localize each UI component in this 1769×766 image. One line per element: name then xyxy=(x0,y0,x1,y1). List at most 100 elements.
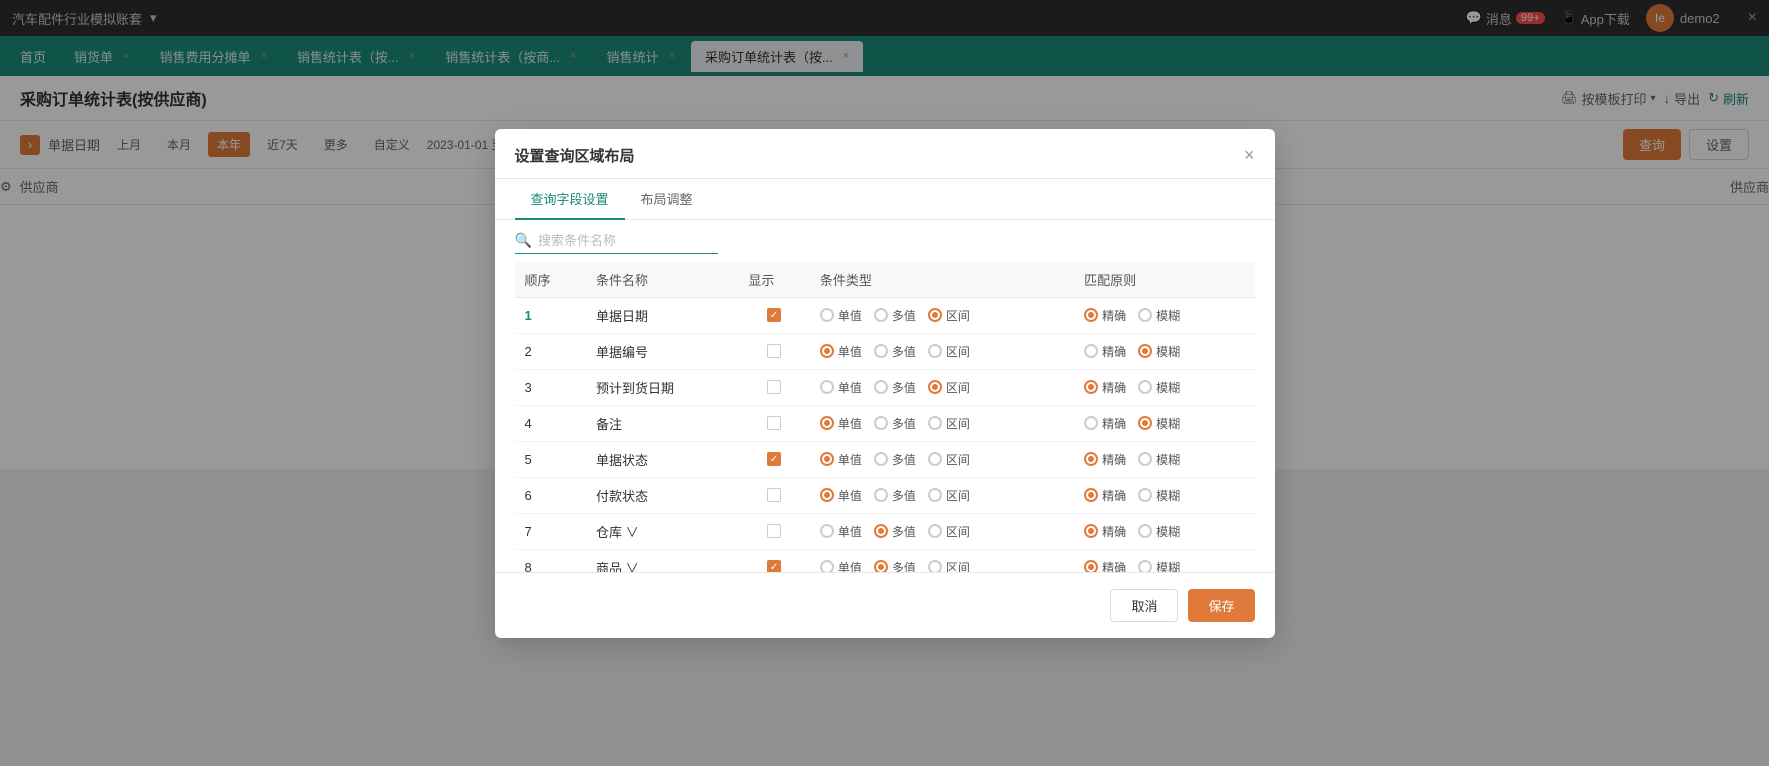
checkbox-box[interactable] xyxy=(767,524,781,538)
row-display-toggle[interactable]: ✓ xyxy=(738,297,810,333)
radio-label: 模糊 xyxy=(1156,559,1180,572)
display-checkbox[interactable] xyxy=(748,380,800,394)
radio-label: 精确 xyxy=(1102,559,1126,572)
match-radio-精确[interactable]: 精确 xyxy=(1084,487,1126,504)
checkbox-box[interactable]: ✓ xyxy=(767,308,781,322)
radio-circle xyxy=(1084,488,1098,502)
radio-circle xyxy=(1138,344,1152,358)
type-radio-group: 单值 多值 区间 xyxy=(820,487,1064,504)
type-radio-单值[interactable]: 单值 xyxy=(820,487,862,504)
display-checkbox[interactable] xyxy=(748,488,800,502)
save-button[interactable]: 保存 xyxy=(1188,589,1254,622)
type-radio-区间[interactable]: 区间 xyxy=(928,559,970,572)
type-radio-区间[interactable]: 区间 xyxy=(928,451,970,468)
col-name: 条件名称 xyxy=(586,262,738,298)
display-checkbox[interactable] xyxy=(748,416,800,430)
search-box: 🔍 xyxy=(515,232,718,254)
match-radio-精确[interactable]: 精确 xyxy=(1084,307,1126,324)
match-radio-模糊[interactable]: 模糊 xyxy=(1138,451,1180,468)
row-display-toggle[interactable]: ✓ xyxy=(738,549,810,572)
match-radio-模糊[interactable]: 模糊 xyxy=(1138,559,1180,572)
checkbox-box[interactable] xyxy=(767,416,781,430)
row-match-options: 精确 模糊 xyxy=(1074,549,1254,572)
radio-label: 模糊 xyxy=(1156,307,1180,324)
type-radio-区间[interactable]: 区间 xyxy=(928,523,970,540)
type-radio-多值[interactable]: 多值 xyxy=(874,487,916,504)
radio-circle xyxy=(1138,524,1152,538)
match-radio-模糊[interactable]: 模糊 xyxy=(1138,307,1180,324)
match-radio-精确[interactable]: 精确 xyxy=(1084,415,1126,432)
radio-circle xyxy=(874,416,888,430)
checkbox-box[interactable]: ✓ xyxy=(767,452,781,466)
radio-label: 区间 xyxy=(946,343,970,360)
modal-tab-layout[interactable]: 布局调整 xyxy=(625,179,709,220)
checkbox-box[interactable] xyxy=(767,380,781,394)
radio-label: 精确 xyxy=(1102,307,1126,324)
type-radio-单值[interactable]: 单值 xyxy=(820,343,862,360)
type-radio-单值[interactable]: 单值 xyxy=(820,379,862,396)
match-radio-group: 精确 模糊 xyxy=(1084,415,1244,432)
match-radio-精确[interactable]: 精确 xyxy=(1084,559,1126,572)
modal-close-button[interactable]: × xyxy=(1244,146,1255,164)
checkbox-box[interactable]: ✓ xyxy=(767,560,781,572)
display-checkbox[interactable]: ✓ xyxy=(748,452,800,466)
type-radio-单值[interactable]: 单值 xyxy=(820,559,862,572)
match-radio-精确[interactable]: 精确 xyxy=(1084,379,1126,396)
radio-label: 单值 xyxy=(838,307,862,324)
row-order: 2 xyxy=(515,333,587,369)
radio-label: 精确 xyxy=(1102,343,1126,360)
row-display-toggle[interactable] xyxy=(738,477,810,513)
type-radio-区间[interactable]: 区间 xyxy=(928,307,970,324)
radio-label: 区间 xyxy=(946,487,970,504)
modal-tab-query-fields[interactable]: 查询字段设置 xyxy=(515,179,625,220)
match-radio-精确[interactable]: 精确 xyxy=(1084,343,1126,360)
checkbox-box[interactable] xyxy=(767,488,781,502)
type-radio-多值[interactable]: 多值 xyxy=(874,559,916,572)
match-radio-模糊[interactable]: 模糊 xyxy=(1138,343,1180,360)
radio-label: 模糊 xyxy=(1156,451,1180,468)
type-radio-区间[interactable]: 区间 xyxy=(928,415,970,432)
match-radio-精确[interactable]: 精确 xyxy=(1084,523,1126,540)
type-radio-多值[interactable]: 多值 xyxy=(874,379,916,396)
table-scroll[interactable]: 顺序 条件名称 显示 条件类型 匹配原则 1单据日期 ✓ 单值 xyxy=(515,262,1255,572)
display-checkbox[interactable]: ✓ xyxy=(748,560,800,572)
row-display-toggle[interactable] xyxy=(738,333,810,369)
display-checkbox[interactable]: ✓ xyxy=(748,308,800,322)
type-radio-多值[interactable]: 多值 xyxy=(874,343,916,360)
display-checkbox[interactable] xyxy=(748,344,800,358)
radio-circle xyxy=(874,524,888,538)
type-radio-多值[interactable]: 多值 xyxy=(874,451,916,468)
row-display-toggle[interactable]: ✓ xyxy=(738,441,810,477)
radio-label: 精确 xyxy=(1102,523,1126,540)
checkbox-box[interactable] xyxy=(767,344,781,358)
radio-label: 多值 xyxy=(892,379,916,396)
type-radio-多值[interactable]: 多值 xyxy=(874,523,916,540)
match-radio-模糊[interactable]: 模糊 xyxy=(1138,523,1180,540)
match-radio-模糊[interactable]: 模糊 xyxy=(1138,379,1180,396)
match-radio-group: 精确 模糊 xyxy=(1084,451,1244,468)
type-radio-多值[interactable]: 多值 xyxy=(874,307,916,324)
modal-search-area: 🔍 xyxy=(495,220,1275,262)
match-radio-模糊[interactable]: 模糊 xyxy=(1138,415,1180,432)
row-display-toggle[interactable] xyxy=(738,513,810,549)
radio-circle xyxy=(820,452,834,466)
radio-circle xyxy=(874,380,888,394)
display-checkbox[interactable] xyxy=(748,524,800,538)
type-radio-区间[interactable]: 区间 xyxy=(928,379,970,396)
type-radio-单值[interactable]: 单值 xyxy=(820,451,862,468)
type-radio-区间[interactable]: 区间 xyxy=(928,487,970,504)
radio-label: 区间 xyxy=(946,559,970,572)
row-display-toggle[interactable] xyxy=(738,405,810,441)
match-radio-模糊[interactable]: 模糊 xyxy=(1138,487,1180,504)
type-radio-区间[interactable]: 区间 xyxy=(928,343,970,360)
type-radio-单值[interactable]: 单值 xyxy=(820,415,862,432)
match-radio-精确[interactable]: 精确 xyxy=(1084,451,1126,468)
type-radio-多值[interactable]: 多值 xyxy=(874,415,916,432)
radio-label: 多值 xyxy=(892,487,916,504)
type-radio-单值[interactable]: 单值 xyxy=(820,523,862,540)
cancel-button[interactable]: 取消 xyxy=(1110,589,1178,622)
type-radio-单值[interactable]: 单值 xyxy=(820,307,862,324)
table-row: 3预计到货日期 单值 多值 区间 精确 模糊 xyxy=(515,369,1255,405)
row-display-toggle[interactable] xyxy=(738,369,810,405)
search-input[interactable] xyxy=(538,233,718,248)
